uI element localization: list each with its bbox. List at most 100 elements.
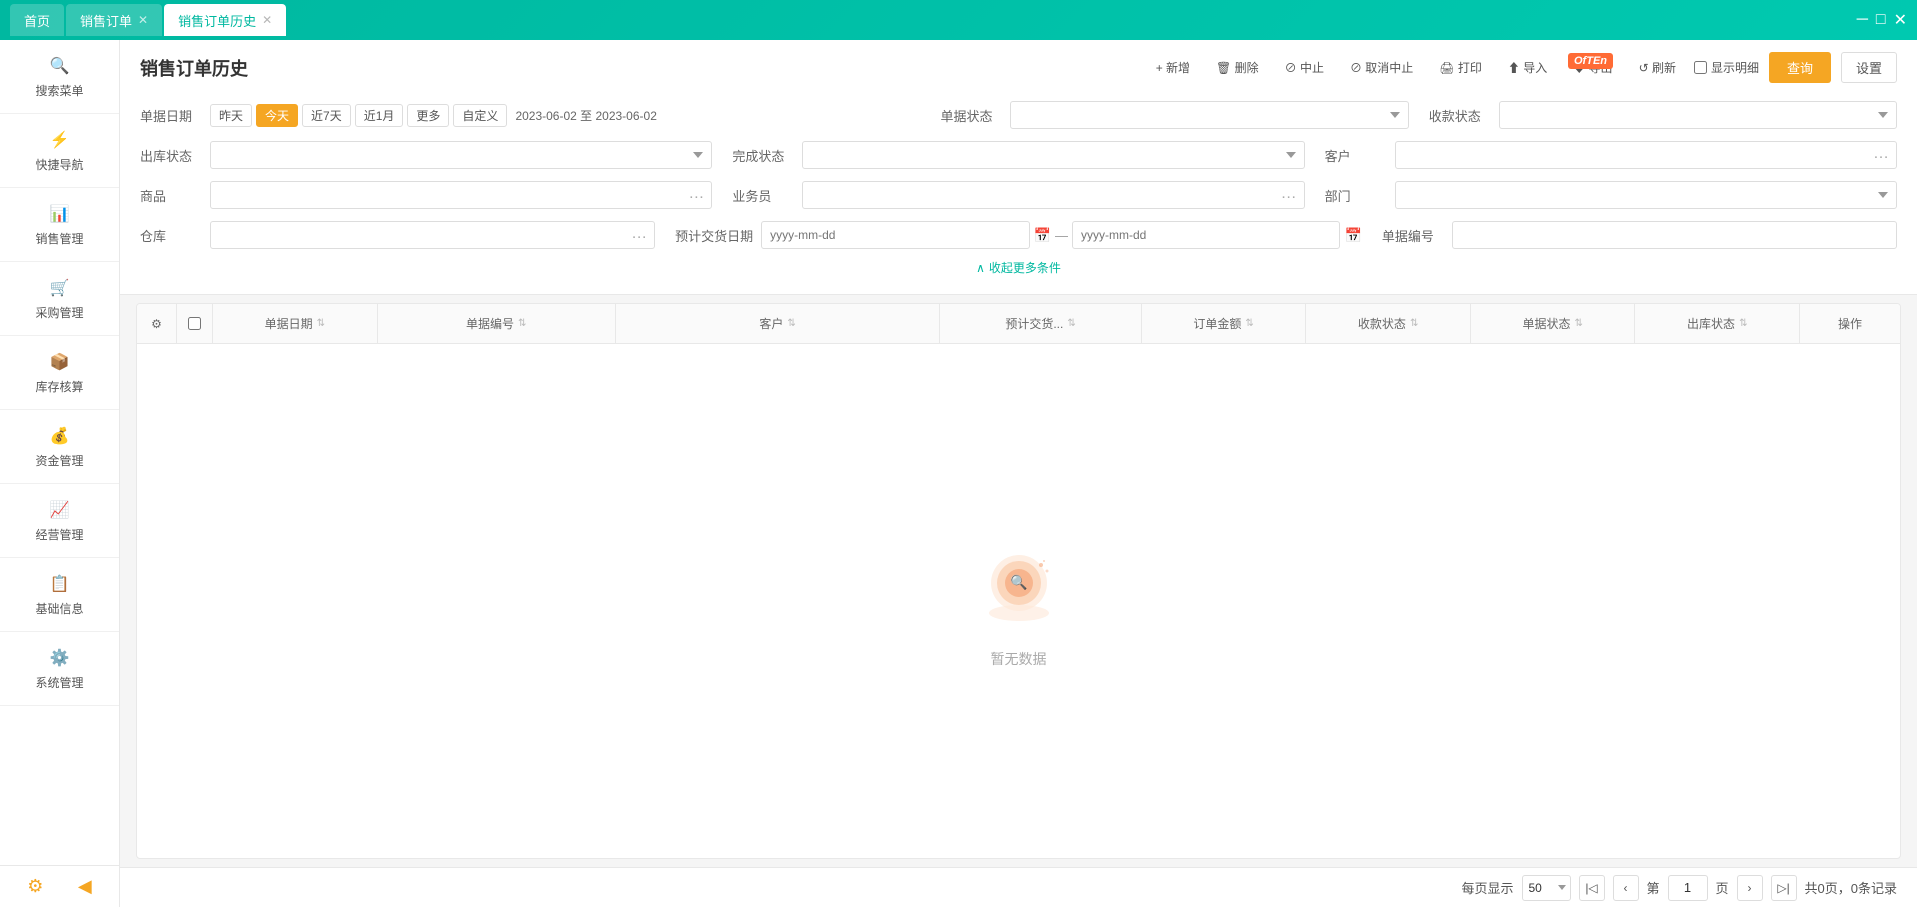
warehouse-input[interactable]: [210, 221, 655, 249]
sidebar-settings-icon[interactable]: ⚙: [27, 876, 43, 897]
filter-sales-person-label: 业务员: [732, 186, 802, 205]
date-range-sep: 📅: [1034, 227, 1051, 244]
filter-date-label: 单据日期: [140, 106, 210, 125]
date-opt-today[interactable]: 今天: [256, 104, 298, 127]
often-badge: OfTEn: [1568, 53, 1613, 69]
sidebar-item-search[interactable]: 🔍 搜索菜单: [0, 40, 119, 114]
select-all-checkbox[interactable]: [188, 317, 201, 330]
th-date[interactable]: 单据日期 ⇅: [213, 304, 378, 343]
date-opt-7days[interactable]: 近7天: [302, 104, 351, 127]
show-detail-checkbox[interactable]: 显示明细: [1694, 59, 1759, 76]
filter-doc-status: 单据状态: [920, 101, 1408, 129]
refresh-button[interactable]: ↺ 刷新: [1631, 55, 1684, 80]
expected-date-to-input[interactable]: [1072, 221, 1340, 249]
doc-number-input[interactable]: [1452, 221, 1897, 249]
expected-date-from-input[interactable]: [761, 221, 1029, 249]
maximize-icon[interactable]: □: [1876, 11, 1886, 29]
settings-icon: ⚙: [151, 317, 162, 331]
query-button[interactable]: 查询: [1769, 52, 1831, 83]
minimize-icon[interactable]: ─: [1857, 11, 1868, 29]
filter-row-4: 仓库 … 预计交货日期 📅 — 📅: [140, 215, 1897, 255]
th-delivery[interactable]: 预计交货... ⇅: [940, 304, 1141, 343]
th-out-status[interactable]: 出库状态 ⇅: [1635, 304, 1800, 343]
sidebar-item-search-label: 搜索菜单: [35, 82, 83, 99]
sales-person-dots[interactable]: …: [1277, 185, 1301, 203]
date-to-calendar-icon[interactable]: 📅: [1344, 227, 1361, 244]
th-customer[interactable]: 客户 ⇅: [616, 304, 940, 343]
th-settings[interactable]: ⚙: [137, 304, 177, 343]
tab-sales-order-history[interactable]: 销售订单历史 ✕: [164, 4, 286, 36]
tab-sales-order-history-close[interactable]: ✕: [262, 13, 272, 27]
customer-input[interactable]: [1395, 141, 1897, 169]
sidebar-item-info[interactable]: 📋 基础信息: [0, 558, 119, 632]
page-prev-btn[interactable]: ‹: [1613, 875, 1639, 901]
tab-sales-order-close[interactable]: ✕: [138, 13, 148, 27]
close-window-icon[interactable]: ✕: [1894, 10, 1907, 30]
page-next-btn[interactable]: ›: [1737, 875, 1763, 901]
th-check: [177, 304, 213, 343]
page-size-select[interactable]: 20 50 100 200: [1522, 875, 1571, 901]
operations-icon: 📈: [48, 498, 72, 522]
filter-row-1: 单据日期 昨天 今天 近7天 近1月 更多 自定义 2023-06-02 至 2…: [140, 95, 1897, 135]
delete-button[interactable]: 🗑 删除: [1208, 55, 1267, 80]
sidebar-item-purchase[interactable]: 🛒 采购管理: [0, 262, 119, 336]
date-range-text: 2023-06-02 至 2023-06-02: [515, 107, 656, 124]
tab-home[interactable]: 首页: [10, 4, 64, 36]
th-amount-sort-icon: ⇅: [1245, 318, 1253, 329]
sidebar-item-sales[interactable]: 📊 销售管理: [0, 188, 119, 262]
complete-status-select[interactable]: [802, 141, 1304, 169]
th-amount-label: 订单金额: [1193, 315, 1241, 332]
page-last-btn[interactable]: ▷|: [1771, 875, 1797, 901]
date-opt-yesterday[interactable]: 昨天: [210, 104, 252, 127]
th-pay-status[interactable]: 收款状态 ⇅: [1306, 304, 1471, 343]
th-out-sort-icon: ⇅: [1739, 318, 1747, 329]
warehouse-dots[interactable]: …: [627, 225, 651, 243]
sidebar-collapse-icon[interactable]: ◀: [78, 876, 92, 897]
stop-button[interactable]: ⊘ 中止: [1277, 55, 1332, 80]
date-opt-1month[interactable]: 近1月: [355, 104, 404, 127]
dept-select[interactable]: [1395, 181, 1897, 209]
pay-status-select[interactable]: [1499, 101, 1897, 129]
warehouse-control: …: [210, 221, 655, 249]
main-layout: 🔍 搜索菜单 ⚡ 快捷导航 📊 销售管理 🛒 采购管理 📦 库存核算 💰 资金管…: [0, 40, 1917, 907]
sidebar-item-sales-label: 销售管理: [35, 230, 83, 247]
page-number-input[interactable]: [1668, 875, 1708, 901]
th-doc-status[interactable]: 单据状态 ⇅: [1471, 304, 1636, 343]
dept-control: [1395, 181, 1897, 209]
pay-status-control: [1499, 101, 1897, 129]
collapse-bar[interactable]: ∧ 收起更多条件: [140, 255, 1897, 284]
settings-button[interactable]: 设置: [1841, 52, 1897, 83]
th-out-status-label: 出库状态: [1687, 315, 1735, 332]
doc-number-control: [1452, 221, 1897, 249]
sidebar-item-system[interactable]: ⚙️ 系统管理: [0, 632, 119, 706]
sidebar-item-finance[interactable]: 💰 资金管理: [0, 410, 119, 484]
filter-out-status: 出库状态: [140, 141, 712, 169]
page-first-btn[interactable]: |◁: [1579, 875, 1605, 901]
out-status-control: [210, 141, 712, 169]
sidebar-item-inventory[interactable]: 📦 库存核算: [0, 336, 119, 410]
th-customer-sort-icon: ⇅: [787, 318, 795, 329]
sidebar-item-quick-nav[interactable]: ⚡ 快捷导航: [0, 114, 119, 188]
goods-input[interactable]: [210, 181, 712, 209]
sidebar-item-inventory-label: 库存核算: [35, 378, 83, 395]
doc-status-select[interactable]: [1010, 101, 1408, 129]
customer-dots[interactable]: …: [1869, 145, 1893, 163]
filter-warehouse: 仓库 …: [140, 221, 655, 249]
cancel-stop-button[interactable]: ⊘ 取消中止: [1342, 55, 1421, 80]
date-opt-custom[interactable]: 自定义: [453, 104, 507, 127]
svg-text:🔍: 🔍: [1010, 573, 1027, 591]
new-button[interactable]: + 新增: [1148, 55, 1198, 80]
sidebar-item-operations[interactable]: 📈 经营管理: [0, 484, 119, 558]
print-button[interactable]: 🖨 打印: [1431, 55, 1490, 80]
th-amount[interactable]: 订单金额 ⇅: [1142, 304, 1307, 343]
import-button[interactable]: ⬆ 导入: [1500, 55, 1555, 80]
show-detail-input[interactable]: [1694, 61, 1707, 74]
page-title: 销售订单历史: [140, 55, 248, 81]
th-doc-status-label: 单据状态: [1522, 315, 1570, 332]
date-opt-more[interactable]: 更多: [407, 104, 449, 127]
tab-sales-order[interactable]: 销售订单 ✕: [66, 4, 162, 36]
sales-person-input[interactable]: [802, 181, 1304, 209]
goods-dots[interactable]: …: [684, 185, 708, 203]
th-number[interactable]: 单据编号 ⇅: [378, 304, 616, 343]
out-status-select[interactable]: [210, 141, 712, 169]
